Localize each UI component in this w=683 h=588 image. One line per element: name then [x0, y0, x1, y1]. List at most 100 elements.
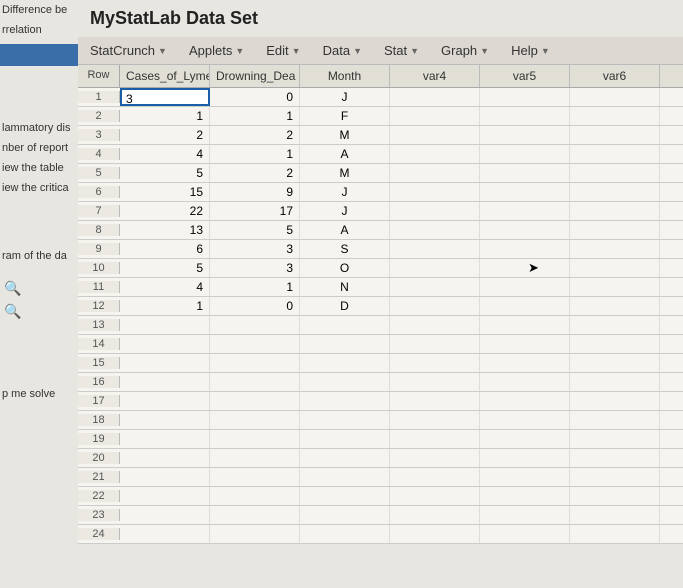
cell-drowning[interactable]: 5 [210, 221, 300, 239]
cell-var6[interactable] [570, 183, 660, 201]
cell-month[interactable]: O [300, 259, 390, 277]
cell-var6[interactable] [570, 316, 660, 334]
cell-drowning[interactable] [210, 487, 300, 505]
cell-cases-lyme[interactable]: 5 [120, 164, 210, 182]
row-number[interactable]: 22 [78, 490, 120, 502]
cell-drowning[interactable]: 1 [210, 278, 300, 296]
cell-var4[interactable] [390, 259, 480, 277]
row-number[interactable]: 13 [78, 319, 120, 331]
cell-var5[interactable] [480, 525, 570, 543]
cell-var5[interactable] [480, 392, 570, 410]
cell-drowning[interactable] [210, 354, 300, 372]
cell-month[interactable]: M [300, 164, 390, 182]
sidebar-link-help-solve[interactable]: p me solve [0, 384, 78, 404]
cell-var5[interactable] [480, 88, 570, 106]
cell-month[interactable]: A [300, 221, 390, 239]
cell-cases-lyme[interactable] [120, 392, 210, 410]
cell-var4[interactable] [390, 126, 480, 144]
cell-var5[interactable] [480, 221, 570, 239]
cell-var6[interactable] [570, 430, 660, 448]
cell-cases-lyme[interactable] [120, 354, 210, 372]
cell-var4[interactable] [390, 506, 480, 524]
cell-var6[interactable] [570, 278, 660, 296]
menu-graph[interactable]: Graph▼ [441, 43, 489, 58]
cell-cases-lyme[interactable] [120, 411, 210, 429]
cell-drowning[interactable] [210, 525, 300, 543]
menu-stat[interactable]: Stat▼ [384, 43, 419, 58]
cell-cases-lyme[interactable]: 1 [120, 297, 210, 315]
row-number[interactable]: 23 [78, 509, 120, 521]
cell-var4[interactable] [390, 145, 480, 163]
cell-cases-lyme[interactable] [120, 373, 210, 391]
cell-var5[interactable] [480, 316, 570, 334]
cell-month[interactable]: M [300, 126, 390, 144]
cell-cases-lyme[interactable]: 15 [120, 183, 210, 201]
cell-month[interactable] [300, 449, 390, 467]
cell-drowning[interactable]: 1 [210, 107, 300, 125]
cell-var5[interactable] [480, 202, 570, 220]
cell-cases-lyme[interactable] [120, 468, 210, 486]
cell-var6[interactable] [570, 164, 660, 182]
menu-statcrunch[interactable]: StatCrunch▼ [90, 43, 167, 58]
cell-var4[interactable] [390, 468, 480, 486]
row-number[interactable]: 7 [78, 205, 120, 217]
column-header-month[interactable]: Month [300, 65, 390, 87]
cell-drowning[interactable] [210, 373, 300, 391]
cell-drowning[interactable] [210, 468, 300, 486]
cell-var4[interactable] [390, 221, 480, 239]
cell-drowning[interactable] [210, 430, 300, 448]
cell-var4[interactable] [390, 297, 480, 315]
cell-cases-lyme[interactable]: 6 [120, 240, 210, 258]
row-number[interactable]: 14 [78, 338, 120, 350]
cell-var6[interactable] [570, 373, 660, 391]
cell-drowning[interactable] [210, 449, 300, 467]
column-header-drowning[interactable]: Drowning_Dea [210, 65, 300, 87]
cell-drowning[interactable] [210, 506, 300, 524]
cell-month[interactable] [300, 316, 390, 334]
cell-var4[interactable] [390, 202, 480, 220]
cell-var5[interactable] [480, 411, 570, 429]
cell-drowning[interactable] [210, 411, 300, 429]
cell-drowning[interactable]: 0 [210, 88, 300, 106]
cell-var4[interactable] [390, 449, 480, 467]
cell-cases-lyme[interactable]: 4 [120, 145, 210, 163]
menu-data[interactable]: Data▼ [323, 43, 362, 58]
cell-month[interactable] [300, 506, 390, 524]
zoom-out-icon[interactable]: 🔍 [4, 303, 74, 320]
column-header-var6[interactable]: var6 [570, 65, 660, 87]
cell-var5[interactable] [480, 297, 570, 315]
row-number[interactable]: 4 [78, 148, 120, 160]
cell-var6[interactable] [570, 392, 660, 410]
cell-cases-lyme[interactable]: 4 [120, 278, 210, 296]
row-number[interactable]: 6 [78, 186, 120, 198]
cell-month[interactable]: S [300, 240, 390, 258]
cell-cases-lyme[interactable] [120, 525, 210, 543]
cell-var4[interactable] [390, 525, 480, 543]
sidebar-link-difference[interactable]: Difference be [0, 0, 78, 20]
column-header-cases-lyme[interactable]: Cases_of_Lyme [120, 65, 210, 87]
cell-month[interactable] [300, 373, 390, 391]
cell-month[interactable] [300, 411, 390, 429]
cell-month[interactable] [300, 354, 390, 372]
cell-drowning[interactable] [210, 316, 300, 334]
cell-month[interactable]: J [300, 183, 390, 201]
cell-var6[interactable] [570, 525, 660, 543]
cell-var5[interactable] [480, 107, 570, 125]
row-number[interactable]: 8 [78, 224, 120, 236]
cell-drowning[interactable]: 1 [210, 145, 300, 163]
cell-cases-lyme[interactable]: 2 [120, 126, 210, 144]
sidebar-link-number-reports[interactable]: nber of report [0, 138, 78, 158]
cell-var5[interactable] [480, 449, 570, 467]
cell-var6[interactable] [570, 240, 660, 258]
cell-var5[interactable] [480, 164, 570, 182]
cell-cases-lyme[interactable] [120, 487, 210, 505]
cell-var4[interactable] [390, 373, 480, 391]
cell-cases-lyme[interactable] [120, 449, 210, 467]
row-number[interactable]: 2 [78, 110, 120, 122]
cell-var4[interactable] [390, 487, 480, 505]
cell-var4[interactable] [390, 411, 480, 429]
column-header-var5[interactable]: var5 [480, 65, 570, 87]
cell-month[interactable] [300, 430, 390, 448]
cell-var4[interactable] [390, 316, 480, 334]
sidebar-link-correlation[interactable]: rrelation [0, 20, 78, 40]
